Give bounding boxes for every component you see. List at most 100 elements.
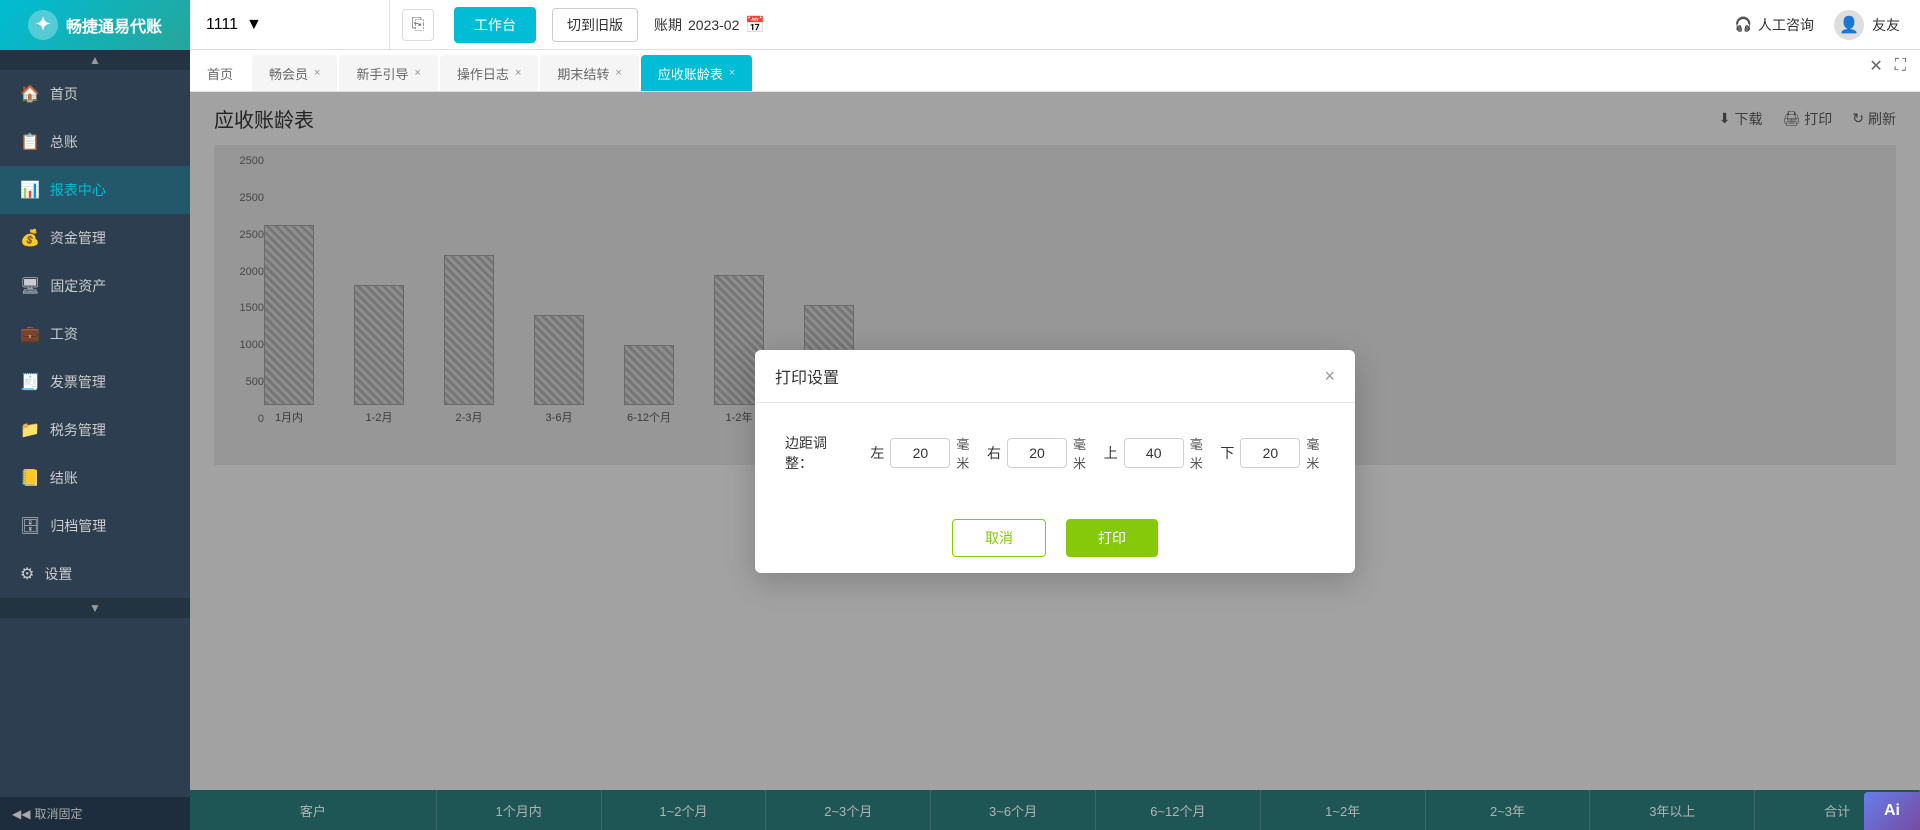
service-label: 人工咨询	[1758, 15, 1814, 35]
top-label: 上	[1104, 443, 1118, 463]
calendar-icon[interactable]: 📅	[745, 15, 765, 35]
sidebar-label-assets: 固定资产	[50, 276, 106, 296]
chevron-down-icon: ▼	[246, 16, 262, 34]
bottom-margin-input[interactable]	[1240, 438, 1300, 468]
sidebar-scroll-up[interactable]: ▲	[0, 50, 190, 70]
logo: ✦ 畅捷通易代账	[0, 0, 190, 50]
tab-member[interactable]: 畅会员 ×	[252, 55, 337, 91]
modal-overlay: 打印设置 × 边距调整： 左 毫米	[190, 92, 1920, 830]
sidebar-item-invoice[interactable]: 🧾 发票管理	[0, 358, 190, 406]
bottom-unit: 毫米	[1306, 434, 1325, 472]
logo-icon: ✦	[28, 10, 58, 40]
company-name: 1111	[206, 16, 238, 34]
tab-guide-close[interactable]: ×	[414, 68, 420, 79]
sidebar-item-reports[interactable]: 📊 报表中心	[0, 166, 190, 214]
tab-aging[interactable]: 应收账龄表 ×	[641, 55, 752, 91]
ledger-icon: 📋	[20, 132, 40, 152]
sidebar-label-archive: 归档管理	[50, 516, 106, 536]
period-label: 账期	[654, 15, 682, 35]
tab-home[interactable]: 首页	[190, 55, 250, 91]
invoice-icon: 🧾	[20, 372, 40, 392]
tab-yearend-close[interactable]: ×	[615, 68, 621, 79]
sidebar-item-close[interactable]: 📒 结账	[0, 454, 190, 502]
tab-aging-label: 应收账龄表	[658, 64, 723, 83]
sidebar-item-tax[interactable]: 📁 税务管理	[0, 406, 190, 454]
app-header: ✦ 畅捷通易代账 1111 ▼ ⎘ 工作台 切到旧版 账期 2023-02 📅 …	[0, 0, 1920, 50]
tabs-right-controls: ✕ ⛶	[1867, 54, 1920, 78]
tab-guide[interactable]: 新手引导 ×	[339, 55, 437, 91]
cancel-fixed-button[interactable]: ◀◀ 取消固定	[0, 797, 190, 830]
tab-oplog-close[interactable]: ×	[515, 68, 521, 79]
tabs-bar: 首页 畅会员 × 新手引导 × 操作日志 × 期末结转 × 应收账龄表 ×	[190, 50, 1920, 92]
close-account-icon: 📒	[20, 468, 40, 488]
user-label: 友友	[1872, 15, 1900, 35]
page-content: 应收账龄表 ⬇ 下载 🖨 打印 ↻ 刷新	[190, 92, 1920, 830]
sidebar-item-home[interactable]: 🏠 首页	[0, 70, 190, 118]
ai-badge[interactable]: Ai	[1864, 792, 1920, 830]
tab-guide-label: 新手引导	[356, 64, 408, 83]
salary-icon: 💼	[20, 324, 40, 344]
right-unit: 毫米	[1073, 434, 1092, 472]
tab-oplog-label: 操作日志	[457, 64, 509, 83]
tax-icon: 📁	[20, 420, 40, 440]
tab-member-close[interactable]: ×	[314, 68, 320, 79]
sidebar-label-tax: 税务管理	[50, 420, 106, 440]
tab-yearend[interactable]: 期末结转 ×	[540, 55, 638, 91]
sidebar-label-settings: 设置	[44, 564, 72, 584]
assets-icon: 🖥	[20, 276, 40, 296]
left-margin-input[interactable]	[890, 438, 950, 468]
modal-header: 打印设置 ×	[755, 350, 1355, 403]
margin-group-top: 上 毫米	[1104, 434, 1209, 472]
user-area[interactable]: 👤 友友	[1834, 10, 1900, 40]
funds-icon: 💰	[20, 228, 40, 248]
ai-badge-text: Ai	[1884, 802, 1900, 819]
copy-button[interactable]: ⎘	[402, 9, 434, 41]
modal-body: 边距调整： 左 毫米 右 毫米	[755, 403, 1355, 503]
reports-icon: 📊	[20, 180, 40, 200]
bottom-label: 下	[1220, 443, 1234, 463]
home-icon: 🏠	[20, 84, 40, 104]
service-button[interactable]: 🎧 人工咨询	[1735, 15, 1814, 35]
margin-row: 边距调整： 左 毫米 右 毫米	[785, 433, 1325, 473]
sidebar-label-funds: 资金管理	[50, 228, 106, 248]
sidebar: ▲ 🏠 首页 📋 总账 📊 报表中心 💰 资金管理 🖥 固定资产 💼 工资 🧾	[0, 50, 190, 830]
sidebar-scroll-down[interactable]: ▼	[0, 598, 190, 618]
logo-text: 畅捷通易代账	[66, 13, 162, 37]
tab-member-label: 畅会员	[269, 64, 308, 83]
switch-version-button[interactable]: 切到旧版	[552, 8, 638, 42]
header-right: 🎧 人工咨询 👤 友友	[1735, 10, 1920, 40]
cancel-fixed-label: 取消固定	[34, 805, 82, 822]
tab-oplog[interactable]: 操作日志 ×	[440, 55, 538, 91]
main-layout: ▲ 🏠 首页 📋 总账 📊 报表中心 💰 资金管理 🖥 固定资产 💼 工资 🧾	[0, 50, 1920, 830]
cancel-button[interactable]: 取消	[952, 519, 1046, 557]
close-tab-button[interactable]: ✕	[1867, 54, 1884, 78]
modal-close-button[interactable]: ×	[1324, 367, 1335, 385]
content-area: 首页 畅会员 × 新手引导 × 操作日志 × 期末结转 × 应收账龄表 ×	[190, 50, 1920, 830]
company-selector[interactable]: 1111 ▼	[190, 0, 390, 49]
unpin-icon: ◀◀	[12, 807, 30, 821]
sidebar-item-archive[interactable]: 🗄 归档管理	[0, 502, 190, 550]
left-unit: 毫米	[956, 434, 975, 472]
sidebar-label-salary: 工资	[50, 324, 78, 344]
workspace-button[interactable]: 工作台	[454, 7, 536, 43]
margin-group-left: 左 毫米	[870, 434, 975, 472]
sidebar-label-ledger: 总账	[50, 132, 78, 152]
margin-group-right: 右 毫米	[987, 434, 1092, 472]
right-margin-input[interactable]	[1007, 438, 1067, 468]
headset-icon: 🎧	[1735, 16, 1752, 33]
period-value: 2023-02	[688, 17, 739, 33]
sidebar-item-assets[interactable]: 🖥 固定资产	[0, 262, 190, 310]
top-margin-input[interactable]	[1124, 438, 1184, 468]
print-confirm-button[interactable]: 打印	[1066, 519, 1158, 557]
left-label: 左	[870, 443, 884, 463]
sidebar-item-settings[interactable]: ⚙ 设置	[0, 550, 190, 598]
print-settings-modal: 打印设置 × 边距调整： 左 毫米	[755, 350, 1355, 573]
sidebar-label-close: 结账	[50, 468, 78, 488]
maximize-tab-button[interactable]: ⛶	[1893, 55, 1908, 77]
sidebar-label-home: 首页	[50, 84, 78, 104]
sidebar-item-ledger[interactable]: 📋 总账	[0, 118, 190, 166]
sidebar-label-invoice: 发票管理	[50, 372, 106, 392]
tab-aging-close[interactable]: ×	[729, 68, 735, 79]
sidebar-item-funds[interactable]: 💰 资金管理	[0, 214, 190, 262]
sidebar-item-salary[interactable]: 💼 工资	[0, 310, 190, 358]
